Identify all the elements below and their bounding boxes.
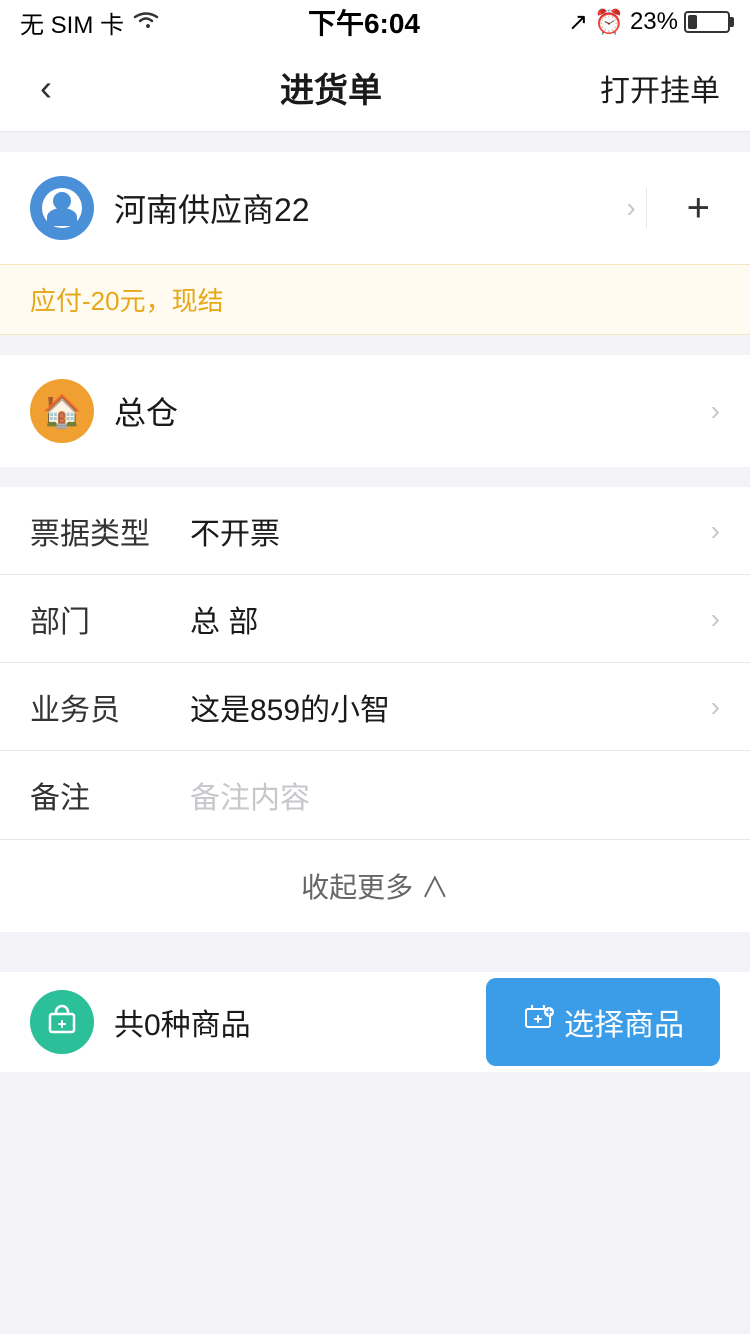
ticket-type-label: 票据类型: [30, 509, 170, 553]
warehouse-icon: 🏠: [30, 379, 94, 443]
warehouse-name: 总仓: [114, 388, 701, 434]
battery-percent: 23%: [630, 8, 678, 36]
ticket-type-row[interactable]: 票据类型 不开票 ›: [0, 487, 750, 575]
salesperson-chevron-icon: ›: [711, 691, 720, 723]
warehouse-row[interactable]: 🏠 总仓 ›: [0, 355, 750, 467]
supplier-name: 河南供应商22: [114, 185, 616, 231]
form-top-divider: [0, 467, 750, 487]
product-count: 共0种商品: [114, 1000, 486, 1044]
open-pending-button[interactable]: 打开挂单: [600, 66, 720, 110]
salesperson-value: 这是859的小智: [170, 685, 701, 729]
vertical-divider: [646, 188, 647, 228]
supplier-row[interactable]: 河南供应商22 › +: [0, 152, 750, 264]
cart-icon: [522, 1005, 554, 1040]
warehouse-section: 🏠 总仓 ›: [0, 355, 750, 467]
remark-row[interactable]: 备注 备注内容: [0, 751, 750, 839]
carrier-text: 无 SIM 卡: [20, 5, 124, 40]
ticket-type-value: 不开票: [170, 509, 701, 553]
mid-divider: [0, 335, 750, 355]
back-button[interactable]: ‹: [30, 57, 62, 119]
remark-input[interactable]: 备注内容: [170, 773, 720, 817]
department-row[interactable]: 部门 总 部 ›: [0, 575, 750, 663]
status-left: 无 SIM 卡: [20, 5, 160, 40]
collapse-section[interactable]: 收起更多 ∧: [0, 839, 750, 932]
form-section: 票据类型 不开票 › 部门 总 部 › 业务员 这是859的小智 › 备注 备注…: [0, 487, 750, 839]
add-supplier-button[interactable]: +: [677, 186, 720, 231]
chevron-right-icon: ›: [626, 192, 635, 224]
select-product-label: 选择商品: [564, 1000, 684, 1044]
salesperson-row[interactable]: 业务员 这是859的小智 ›: [0, 663, 750, 751]
location-icon: ↗: [568, 8, 588, 37]
collapse-button[interactable]: 收起更多 ∧: [301, 866, 449, 906]
nav-bar: ‹ 进货单 打开挂单: [0, 44, 750, 132]
warehouse-chevron-icon: ›: [711, 395, 720, 427]
remark-label: 备注: [30, 773, 170, 817]
select-product-button[interactable]: 选择商品: [486, 978, 720, 1066]
notice-banner: 应付-20元，现结: [0, 264, 750, 335]
page-title: 进货单: [280, 63, 382, 112]
status-right: ↗ ⏰ 23%: [568, 8, 730, 37]
product-icon: [30, 990, 94, 1054]
supplier-avatar: [30, 176, 94, 240]
wifi-icon: [132, 8, 160, 37]
product-section: 共0种商品 选择商品: [0, 972, 750, 1072]
status-bar: 无 SIM 卡 下午6:04 ↗ ⏰ 23%: [0, 0, 750, 44]
top-divider: [0, 132, 750, 152]
battery-icon: [684, 11, 730, 33]
alarm-icon: ⏰: [594, 8, 624, 37]
product-divider: [0, 932, 750, 952]
notice-text: 应付-20元，现结: [30, 286, 224, 316]
department-value: 总 部: [170, 597, 701, 641]
ticket-type-chevron-icon: ›: [711, 515, 720, 547]
salesperson-label: 业务员: [30, 685, 170, 729]
department-chevron-icon: ›: [711, 603, 720, 635]
department-label: 部门: [30, 597, 170, 641]
supplier-section: 河南供应商22 › + 应付-20元，现结: [0, 152, 750, 335]
status-time: 下午6:04: [308, 2, 420, 42]
